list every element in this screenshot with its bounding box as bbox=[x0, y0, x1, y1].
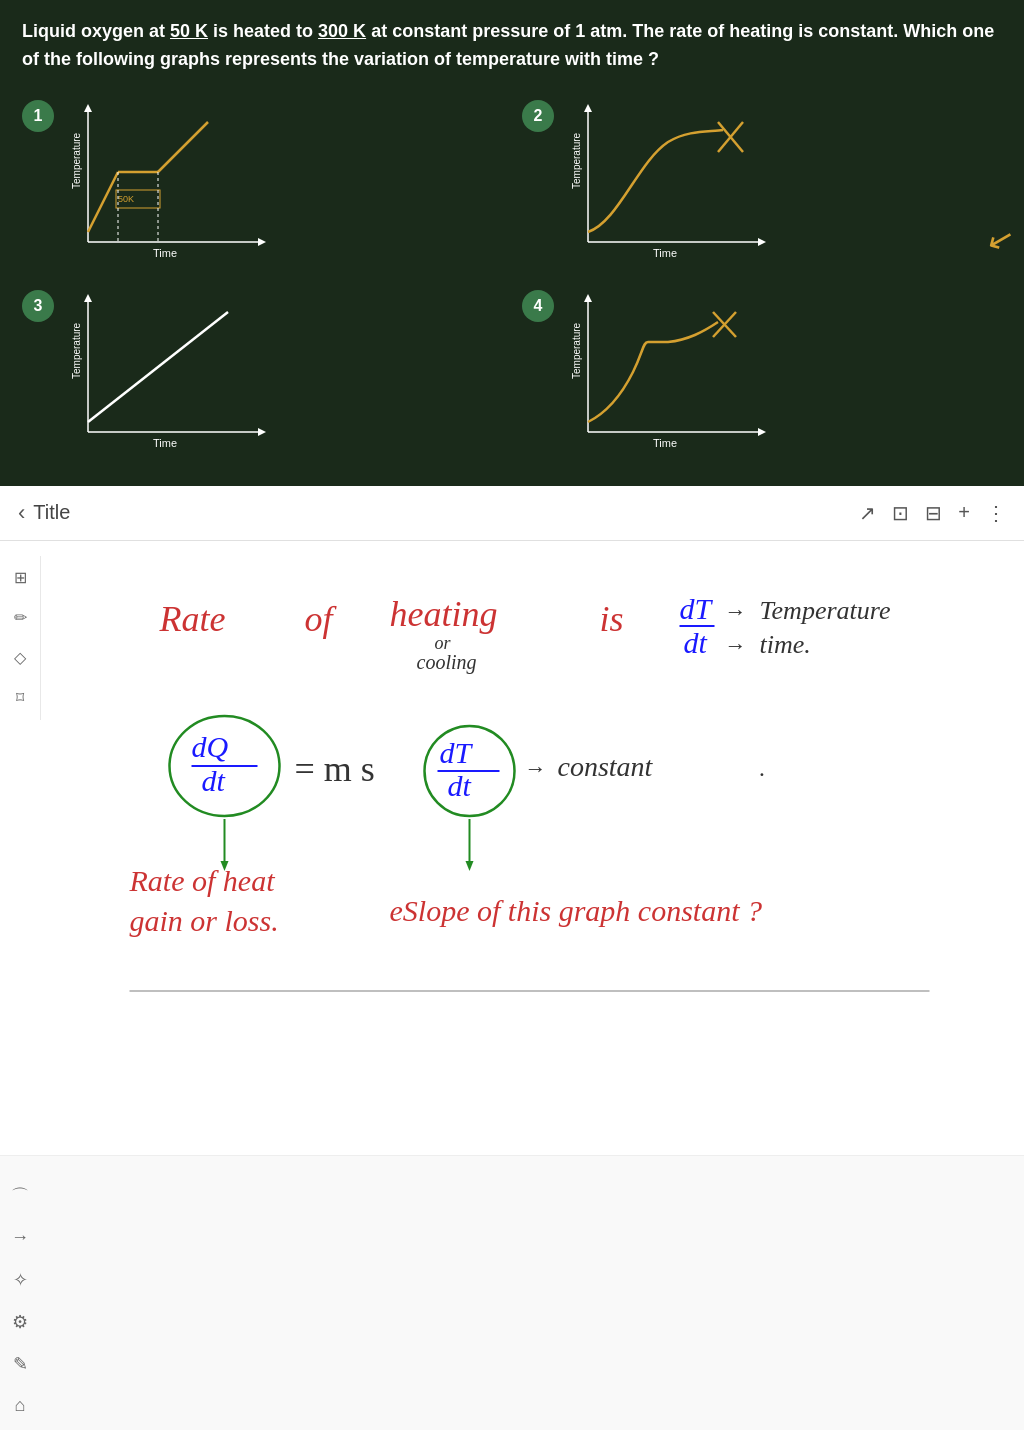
svg-text:→: → bbox=[525, 756, 547, 781]
handwritten-svg: Rate of heating or cooling is dT → Tempe… bbox=[65, 571, 994, 1121]
toolbar-left: ‹ Title bbox=[18, 500, 70, 526]
graph-3-container: 3 Temperature Time bbox=[22, 282, 502, 462]
left-tools-panel: ⊞ ✏ ◇ ⌑ bbox=[0, 556, 41, 720]
graph-3-svg: Temperature Time bbox=[68, 292, 268, 452]
graph-4-container: 4 Temperature Time bbox=[522, 282, 1002, 462]
svg-text:dT: dT bbox=[440, 736, 474, 769]
svg-marker-58 bbox=[466, 861, 474, 871]
svg-text:eSlope of this graph constant : eSlope of this graph constant ? bbox=[390, 894, 762, 927]
toolbar-title: Title bbox=[33, 501, 70, 524]
add-button[interactable]: + bbox=[958, 501, 970, 524]
svg-text:Time: Time bbox=[653, 437, 677, 449]
bottom-icon-gear[interactable]: ⚙ bbox=[6, 1308, 34, 1336]
svg-marker-26 bbox=[758, 428, 766, 436]
svg-text:dt: dt bbox=[202, 764, 226, 797]
graphs-grid: 1 Temperature Time bbox=[22, 92, 1002, 462]
back-button[interactable]: ‹ bbox=[18, 500, 25, 526]
book-icon[interactable]: ⊡ bbox=[892, 501, 909, 525]
svg-text:Rate of heat: Rate of heat bbox=[129, 864, 276, 897]
svg-text:Rate: Rate bbox=[159, 599, 226, 639]
bottom-section: ‹ Title ↗ ⊡ ⊟ + ⋮ ⊞ ✏ ◇ ⌑ Rate of heatin bbox=[0, 486, 1024, 1430]
toolbar-right: ↗ ⊡ ⊟ + ⋮ bbox=[859, 501, 1006, 525]
svg-marker-20 bbox=[258, 428, 266, 436]
expand-icon[interactable]: ↗ bbox=[859, 501, 876, 525]
graph-number-1: 1 bbox=[22, 100, 54, 132]
svg-text:cooling: cooling bbox=[417, 651, 477, 674]
svg-text:heating: heating bbox=[390, 594, 498, 634]
graph-2-svg: Temperature Time bbox=[568, 102, 768, 262]
svg-text:or: or bbox=[435, 633, 452, 653]
graph-2-container: 2 Temperature Time bbox=[522, 92, 1002, 272]
bottom-left-icons: ⌒ → ✧ ⚙ ✎ ⌂ bbox=[0, 1176, 40, 1426]
bottom-icon-pencil[interactable]: ✎ bbox=[6, 1350, 34, 1378]
svg-text:Temperature: Temperature bbox=[760, 596, 891, 625]
svg-text:50K: 50K bbox=[118, 194, 134, 204]
svg-text:dQ: dQ bbox=[192, 730, 229, 763]
svg-text:Temperature: Temperature bbox=[71, 132, 82, 189]
svg-text:Temperature: Temperature bbox=[571, 322, 582, 379]
svg-text:Temperature: Temperature bbox=[71, 322, 82, 379]
graph-1-container: 1 Temperature Time bbox=[22, 92, 502, 272]
svg-text:of: of bbox=[305, 599, 338, 639]
bottom-icon-misc[interactable]: ⌂ bbox=[6, 1392, 34, 1420]
svg-text:dt: dt bbox=[448, 769, 472, 802]
svg-text:constant: constant bbox=[558, 751, 654, 782]
svg-text:Time: Time bbox=[653, 247, 677, 259]
svg-text:is: is bbox=[600, 599, 624, 639]
note-content: Rate of heating or cooling is dT → Tempe… bbox=[45, 541, 1024, 1155]
tool-pencil[interactable]: ✏ bbox=[6, 604, 34, 632]
svg-marker-2 bbox=[258, 238, 266, 246]
svg-marker-13 bbox=[584, 104, 592, 112]
svg-text:→: → bbox=[725, 599, 747, 624]
tool-misc[interactable]: ⌑ bbox=[6, 684, 34, 712]
tool-shape[interactable]: ◇ bbox=[6, 644, 34, 672]
graph-4-svg: Temperature Time bbox=[568, 292, 768, 452]
handwritten-area: Rate of heating or cooling is dT → Tempe… bbox=[65, 571, 994, 1125]
bottom-icon-curve[interactable]: ⌒ bbox=[6, 1182, 34, 1210]
graph-number-3: 3 bbox=[22, 290, 54, 322]
svg-marker-27 bbox=[584, 294, 592, 302]
bottom-blank-area: ⌒ → ✧ ⚙ ✎ ⌂ bbox=[0, 1155, 1024, 1430]
more-icon[interactable]: ⋮ bbox=[986, 501, 1006, 525]
svg-text:= m s: = m s bbox=[295, 749, 375, 789]
svg-text:time.: time. bbox=[760, 630, 811, 659]
svg-text:Temperature: Temperature bbox=[571, 132, 582, 189]
svg-text:.: . bbox=[760, 755, 766, 781]
svg-text:Time: Time bbox=[153, 437, 177, 449]
top-section: Liquid oxygen at 50 K is heated to 300 K… bbox=[0, 0, 1024, 486]
bottom-icon-star[interactable]: ✧ bbox=[6, 1266, 34, 1294]
svg-text:dt: dt bbox=[684, 626, 708, 659]
graph-number-2: 2 bbox=[522, 100, 554, 132]
svg-text:→: → bbox=[725, 633, 747, 658]
bottom-icon-arrow[interactable]: → bbox=[6, 1224, 34, 1252]
svg-text:gain or loss.: gain or loss. bbox=[130, 904, 279, 937]
graph-number-4: 4 bbox=[522, 290, 554, 322]
svg-marker-3 bbox=[84, 104, 92, 112]
graph-1-svg: Temperature Time 50K bbox=[68, 102, 268, 262]
svg-text:Time: Time bbox=[153, 247, 177, 259]
svg-marker-21 bbox=[84, 294, 92, 302]
note-icon[interactable]: ⊟ bbox=[925, 501, 942, 525]
question-text: Liquid oxygen at 50 K is heated to 300 K… bbox=[22, 18, 1002, 74]
svg-text:dT: dT bbox=[680, 592, 714, 625]
svg-marker-12 bbox=[758, 238, 766, 246]
tool-grid[interactable]: ⊞ bbox=[6, 564, 34, 592]
toolbar: ‹ Title ↗ ⊡ ⊟ + ⋮ bbox=[0, 486, 1024, 541]
